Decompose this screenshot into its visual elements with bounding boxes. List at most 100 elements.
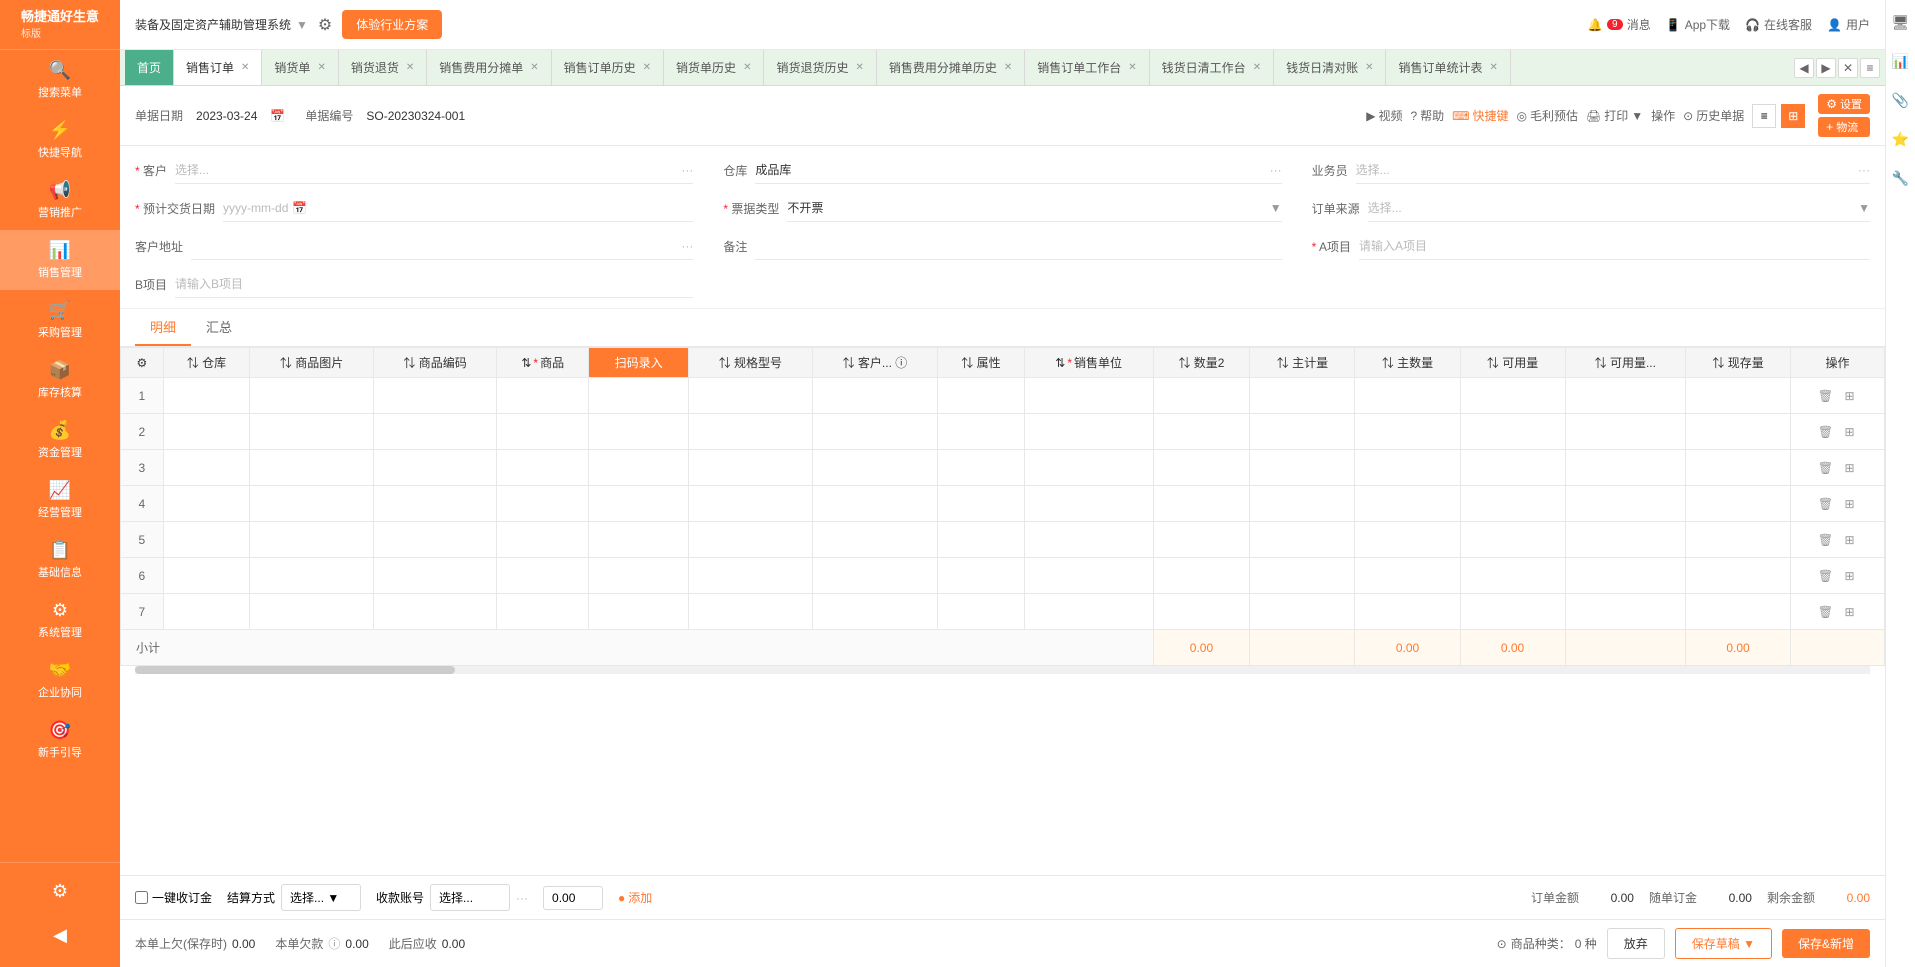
b-project-placeholder[interactable]: 请输入B项目 [175,275,243,292]
row-product-code-5[interactable] [373,522,497,558]
row-current-stock-4[interactable] [1686,486,1791,522]
row-sales-unit-5[interactable] [1024,522,1153,558]
tab-close-icon[interactable]: ✕ [743,62,751,73]
row-product-image-6[interactable] [250,558,374,594]
row-copy-icon-3[interactable]: ⊞ [1840,458,1860,478]
row-sales-unit-2[interactable] [1024,414,1153,450]
row-sales-unit-4[interactable] [1024,486,1153,522]
col-customer-code[interactable]: ⇅ 客户... ⓘ [812,348,938,378]
row-delete-icon-4[interactable]: 🗑 [1816,494,1836,514]
tab-next-btn[interactable]: ▶ [1816,58,1836,78]
address-more-icon[interactable]: ··· [681,239,693,253]
delivery-date-placeholder[interactable]: yyyy-mm-dd [223,201,288,215]
profit-preview-btn[interactable]: ◎ 毛利预估 [1517,107,1579,124]
row-delete-icon-1[interactable]: 🗑 [1816,386,1836,406]
warehouse-more-icon[interactable]: ··· [1270,163,1282,177]
row-copy-icon-5[interactable]: ⊞ [1840,530,1860,550]
row-product-image-5[interactable] [250,522,374,558]
row-scan-7[interactable] [589,594,689,630]
row-spec-6[interactable] [689,558,813,594]
sidebar-item-purchase[interactable]: 🛒 采购管理 [0,290,120,350]
tab-home[interactable]: 首页 [125,50,174,86]
tab-detail[interactable]: 明细 [135,309,191,346]
row-product-code-3[interactable] [373,450,497,486]
row-available-5[interactable] [1460,522,1565,558]
shortcut-btn[interactable]: ⌨ 快捷键 [1452,107,1508,124]
row-main-qty-7[interactable] [1355,594,1460,630]
operations-btn[interactable]: 操作 [1651,107,1675,124]
right-panel-icon-2[interactable]: 📊 [1889,49,1913,73]
row-warehouse-2[interactable] [163,414,250,450]
user-avatar[interactable]: 👤 用户 [1827,16,1870,33]
tab-prev-btn[interactable]: ◀ [1794,58,1814,78]
row-scan-6[interactable] [589,558,689,594]
row-product-1[interactable] [497,378,589,414]
row-main-unit-5[interactable] [1250,522,1355,558]
row-copy-icon-4[interactable]: ⊞ [1840,494,1860,514]
online-support-btn[interactable]: 🎧 在线客服 [1745,16,1812,33]
row-spec-1[interactable] [689,378,813,414]
row-warehouse-3[interactable] [163,450,250,486]
col-main-unit[interactable]: ⇅ 主计量 [1250,348,1355,378]
sidebar-settings-btn[interactable]: ⚙ [0,871,120,915]
row-available-6[interactable] [1460,558,1565,594]
row-product-code-1[interactable] [373,378,497,414]
row-spec-4[interactable] [689,486,813,522]
row-available2-1[interactable] [1565,378,1685,414]
row-warehouse-6[interactable] [163,558,250,594]
sidebar-item-marketing[interactable]: 📢 营销推广 [0,170,120,230]
row-warehouse-5[interactable] [163,522,250,558]
add-item-btn[interactable]: +物流 [1818,117,1870,137]
tab-close-icon[interactable]: ✕ [1490,62,1498,73]
row-qty2-1[interactable] [1153,378,1250,414]
row-qty2-2[interactable] [1153,414,1250,450]
tab-close-icon[interactable]: ✕ [406,62,414,73]
checkout-checkbox-input[interactable] [135,891,148,904]
right-panel-icon-3[interactable]: 📎 [1889,88,1913,112]
col-attribute[interactable]: ⇅ 属性 [938,348,1025,378]
tab-menu-btn[interactable]: ≡ [1860,58,1880,78]
tab-daily-workbench[interactable]: 钱货日清工作台 ✕ [1150,50,1274,86]
col-main-qty[interactable]: ⇅ 主数量 [1355,348,1460,378]
salesperson-more-icon[interactable]: ··· [1858,163,1870,177]
row-main-qty-6[interactable] [1355,558,1460,594]
row-product-image-4[interactable] [250,486,374,522]
industry-btn[interactable]: 体验行业方案 [342,10,442,39]
row-attribute-5[interactable] [938,522,1025,558]
row-available2-2[interactable] [1565,414,1685,450]
notifications-btn[interactable]: 🔔 9 消息 [1588,16,1651,33]
tab-workbench[interactable]: 销售订单工作台 ✕ [1025,50,1149,86]
app-download-btn[interactable]: 📱 App下载 [1666,16,1730,33]
tab-daily-reconcile[interactable]: 钱货日清对账 ✕ [1274,50,1386,86]
sidebar-item-search[interactable]: 🔍 搜索菜单 [0,50,120,110]
row-spec-3[interactable] [689,450,813,486]
row-scan-2[interactable] [589,414,689,450]
row-qty2-3[interactable] [1153,450,1250,486]
row-current-stock-3[interactable] [1686,450,1791,486]
row-spec-7[interactable] [689,594,813,630]
row-product-7[interactable] [497,594,589,630]
col-available[interactable]: ⇅ 可用量 [1460,348,1565,378]
row-product-4[interactable] [497,486,589,522]
row-available-1[interactable] [1460,378,1565,414]
sidebar-item-finance[interactable]: 💰 资金管理 [0,410,120,470]
row-main-qty-4[interactable] [1355,486,1460,522]
row-main-qty-2[interactable] [1355,414,1460,450]
calendar-icon[interactable]: 📅 [292,201,307,215]
row-qty2-6[interactable] [1153,558,1250,594]
row-sales-unit-7[interactable] [1024,594,1153,630]
sidebar-collapse-btn[interactable]: ◀ [0,915,120,959]
settlement-select[interactable]: 选择... ▼ [281,884,361,911]
row-copy-icon-2[interactable]: ⊞ [1840,422,1860,442]
sidebar-item-system[interactable]: ⚙ 系统管理 [0,590,120,650]
row-spec-5[interactable] [689,522,813,558]
tab-sales-order[interactable]: 销售订单 ✕ [174,50,262,86]
tab-close-icon[interactable]: ✕ [643,62,651,73]
history-btn[interactable]: ⊙ 历史单据 [1683,107,1744,124]
row-attribute-1[interactable] [938,378,1025,414]
tab-close-icon[interactable]: ✕ [317,62,325,73]
help-btn[interactable]: ? 帮助 [1410,107,1444,124]
row-attribute-4[interactable] [938,486,1025,522]
scrollbar-thumb[interactable] [135,666,455,674]
row-customer-code-1[interactable] [812,378,938,414]
